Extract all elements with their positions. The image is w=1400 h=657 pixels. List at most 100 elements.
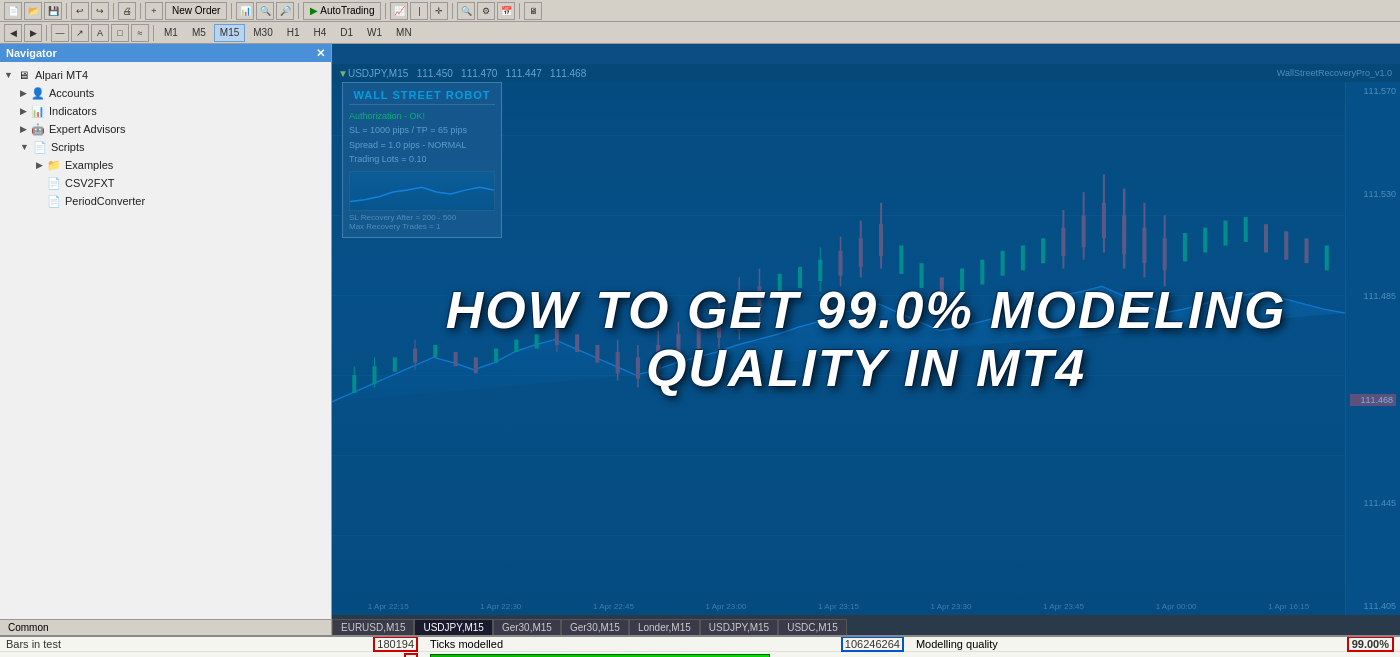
draw-arrow-btn[interactable]: ↗	[71, 24, 89, 42]
modelling-highlight: 99.00%	[1347, 636, 1394, 652]
open-btn[interactable]: 📂	[24, 2, 42, 20]
navigator-tree: ▼ 🖥 Alpari MT4 ▶ 👤 Accounts ▶ 📊 Indicato…	[0, 62, 331, 619]
mismatched-label: Mismatched charts errors	[0, 652, 160, 658]
nav-examples-label: Examples	[65, 159, 113, 171]
indicators-icon: 📊	[30, 103, 46, 119]
calendar-btn[interactable]: 📅	[497, 2, 515, 20]
ticks-value: 106246264	[602, 637, 910, 652]
nav-fwd-btn[interactable]: ▶	[24, 24, 42, 42]
navigator-header: Navigator ✕	[0, 44, 331, 62]
tab-ger30-2[interactable]: Ger30,M15	[561, 619, 629, 635]
nav-period-converter[interactable]: ▶ 📄 PeriodConverter	[0, 192, 331, 210]
progress-bar-container	[430, 653, 770, 657]
tf-m5[interactable]: M5	[186, 24, 212, 42]
nav-alpari-label: Alpari MT4	[35, 69, 88, 81]
print-btn[interactable]: 🖨	[118, 2, 136, 20]
navigator-close-btn[interactable]: ✕	[316, 47, 325, 60]
draw-fib-btn[interactable]: ≈	[131, 24, 149, 42]
nav-csv2fxt-label: CSV2FXT	[65, 177, 115, 189]
sep6	[385, 3, 386, 19]
nav-accounts[interactable]: ▶ 👤 Accounts	[0, 84, 331, 102]
nav-expert-advisors[interactable]: ▶ 🤖 Expert Advisors	[0, 120, 331, 138]
sep5	[298, 3, 299, 19]
nav-indicators[interactable]: ▶ 📊 Indicators	[0, 102, 331, 120]
modelling-label: Modelling quality	[910, 637, 1092, 652]
accounts-icon: 👤	[30, 85, 46, 101]
nav-back-btn[interactable]: ◀	[4, 24, 22, 42]
stats-panel: Bars in test 180194 Ticks modelled 10624…	[0, 635, 1400, 657]
bars-highlight: 180194	[373, 636, 418, 652]
indicator-btn[interactable]: 📈	[390, 2, 408, 20]
terminal-btn[interactable]: 🖥	[524, 2, 542, 20]
period-sep-btn[interactable]: |	[410, 2, 428, 20]
new-order-icon[interactable]: +	[145, 2, 163, 20]
mismatched-value: 0	[160, 652, 424, 658]
tf-mn[interactable]: MN	[390, 24, 418, 42]
modelling-value: 99.00%	[1092, 637, 1400, 652]
progress-cell	[424, 652, 1400, 658]
tf-m1[interactable]: M1	[158, 24, 184, 42]
zoom-out-btn[interactable]: 🔎	[276, 2, 294, 20]
tab-usdc[interactable]: USDC,M15	[778, 619, 847, 635]
ea-expand-icon: ▶	[20, 124, 27, 134]
sep9	[46, 25, 47, 41]
ticks-label: Ticks modelled	[424, 637, 602, 652]
nav-scripts-label: Scripts	[51, 141, 85, 153]
sep3	[140, 3, 141, 19]
main-area: Navigator ✕ ▼ 🖥 Alpari MT4 ▶ 👤 Accounts …	[0, 44, 1400, 635]
tab-usdjpy[interactable]: USDJPY,M15	[414, 619, 492, 635]
nav-indicators-label: Indicators	[49, 105, 97, 117]
nav-accounts-label: Accounts	[49, 87, 94, 99]
nav-csv2fxt[interactable]: ▶ 📄 CSV2FXT	[0, 174, 331, 192]
new-order-btn[interactable]: New Order	[165, 2, 227, 20]
chart-tabs: EURUSD,M15 USDJPY,M15 Ger30,M15 Ger30,M1…	[332, 615, 1400, 635]
common-tab[interactable]: Common	[0, 619, 331, 635]
scripts-expand-icon: ▼	[20, 142, 29, 152]
navigator-title: Navigator	[6, 47, 57, 59]
tf-m30[interactable]: M30	[247, 24, 278, 42]
sep10	[153, 25, 154, 41]
timeframe-toolbar: ◀ ▶ — ↗ A □ ≈ M1 M5 M15 M30 H1 H4 D1 W1 …	[0, 22, 1400, 44]
zoom-btn-2[interactable]: 🔍	[457, 2, 475, 20]
save-btn[interactable]: 💾	[44, 2, 62, 20]
nav-scripts[interactable]: ▼ 📄 Scripts	[0, 138, 331, 156]
new-order-label: New Order	[172, 5, 220, 16]
big-text: HOW TO GET 99.0% MODELING QUALITY IN MT4	[332, 282, 1400, 396]
zoom-in-btn[interactable]: 🔍	[256, 2, 274, 20]
tf-m15[interactable]: M15	[214, 24, 245, 42]
top-toolbar: 📄 📂 💾 ↩ ↪ 🖨 + New Order 📊 🔍 🔎 ▶ AutoTrad…	[0, 0, 1400, 22]
big-overlay: HOW TO GET 99.0% MODELING QUALITY IN MT4	[332, 44, 1400, 635]
nav-alpari[interactable]: ▼ 🖥 Alpari MT4	[0, 66, 331, 84]
chart-type-btn[interactable]: 📊	[236, 2, 254, 20]
sep2	[113, 3, 114, 19]
tf-w1[interactable]: W1	[361, 24, 388, 42]
bars-label: Bars in test	[0, 637, 160, 652]
tab-usdjpy-2[interactable]: USDJPY,M15	[700, 619, 778, 635]
nav-examples[interactable]: ▶ 📁 Examples	[0, 156, 331, 174]
tab-londer[interactable]: Londer,M15	[629, 619, 700, 635]
tab-ger30-1[interactable]: Ger30,M15	[493, 619, 561, 635]
examples-expand-icon: ▶	[36, 160, 43, 170]
crosshair-btn[interactable]: ✛	[430, 2, 448, 20]
settings-btn[interactable]: ⚙	[477, 2, 495, 20]
autotrading-label: AutoTrading	[320, 5, 374, 16]
draw-rect-btn[interactable]: □	[111, 24, 129, 42]
indicators-expand-icon: ▶	[20, 106, 27, 116]
sep8	[519, 3, 520, 19]
tab-eurusd[interactable]: EURUSD,M15	[332, 619, 414, 635]
navigator-panel: Navigator ✕ ▼ 🖥 Alpari MT4 ▶ 👤 Accounts …	[0, 44, 332, 635]
redo-btn[interactable]: ↪	[91, 2, 109, 20]
nav-ea-label: Expert Advisors	[49, 123, 125, 135]
tf-h4[interactable]: H4	[308, 24, 333, 42]
sep1	[66, 3, 67, 19]
tf-h1[interactable]: H1	[281, 24, 306, 42]
draw-line-btn[interactable]: —	[51, 24, 69, 42]
undo-btn[interactable]: ↩	[71, 2, 89, 20]
draw-text-btn[interactable]: A	[91, 24, 109, 42]
accounts-expand-icon: ▶	[20, 88, 27, 98]
autotrading-btn[interactable]: ▶ AutoTrading	[303, 2, 381, 20]
new-chart-btn[interactable]: 📄	[4, 2, 22, 20]
nav-period-label: PeriodConverter	[65, 195, 145, 207]
mismatched-highlight: 0	[404, 653, 418, 658]
tf-d1[interactable]: D1	[334, 24, 359, 42]
